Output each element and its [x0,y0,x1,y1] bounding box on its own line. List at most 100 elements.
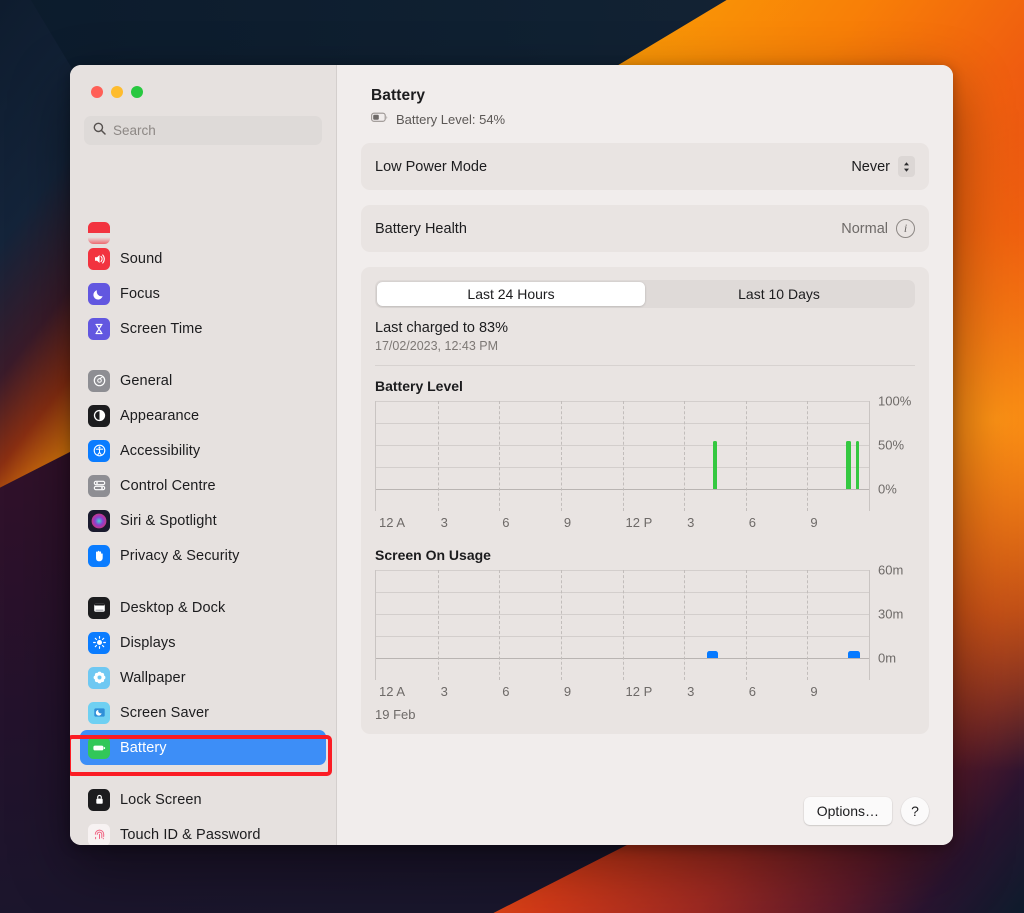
x-axis-tick-label: 12 A [379,684,405,699]
gridline-vertical [746,401,747,511]
y-axis-tick-label: 0m [878,651,896,666]
sidebar-item-screen-time[interactable]: Screen Time [80,311,326,346]
chevron-updown-icon[interactable] [898,156,915,177]
screen-on-usage-chart: 0m30m60m [375,570,915,680]
day-label: 19 Feb [375,707,915,722]
sidebar-item-desktop-dock[interactable]: Desktop & Dock [80,590,326,625]
wallpaper-flower-icon [88,667,110,689]
tab-last-10-days[interactable]: Last 10 Days [645,282,913,306]
low-power-mode-label: Low Power Mode [375,159,487,175]
gridline-vertical [499,570,500,680]
last-charged-title: Last charged to 83% [375,320,915,336]
sidebar-item-label: Appearance [120,408,199,424]
help-button[interactable]: ? [901,797,929,825]
page-header: Battery Battery Level: 54% [361,87,929,128]
y-axis-tick-label: 100% [878,394,911,409]
screen-on-usage-x-axis: 12 A36912 P369 [375,684,915,704]
close-button[interactable] [91,86,103,98]
battery-health-label: Battery Health [375,221,467,237]
x-axis-tick-label: 9 [564,515,571,530]
sidebar-item-label: Displays [120,635,176,651]
gridline-vertical [499,401,500,511]
low-power-mode-value: Never [851,159,890,175]
sidebar-item-label: Battery [120,740,167,756]
screen-on-usage-plot [375,570,869,680]
divider [375,365,915,366]
low-power-mode-control[interactable]: Never [851,156,915,177]
battery-level-summary: Battery Level: 54% [371,110,929,128]
gridline-vertical [561,570,562,680]
sidebar-item-appearance[interactable]: Appearance [80,398,326,433]
x-axis-tick-label: 6 [749,684,756,699]
sidebar-item-lock-screen[interactable]: Lock Screen [80,782,326,817]
window-traffic-lights [70,65,336,98]
screen-time-hourglass-icon [88,318,110,340]
footer-actions: Options… ? [804,797,929,825]
chart-bar [846,441,851,489]
sidebar-group-2: General Appearance [80,363,326,573]
sidebar-item-label: Privacy & Security [120,548,239,564]
sidebar-item-battery[interactable]: Battery [80,730,326,765]
x-axis-tick-label: 12 P [626,684,653,699]
sidebar-item-screen-saver[interactable]: Screen Saver [80,695,326,730]
sidebar-item-touch-id[interactable]: Touch ID & Password [80,817,326,845]
battery-level-plot [375,401,869,511]
last-charged-timestamp: 17/02/2023, 12:43 PM [375,339,915,353]
screen-on-usage-chart-title: Screen On Usage [375,547,915,563]
chart-bar [707,651,718,658]
x-axis-tick-label: 3 [687,515,694,530]
battery-level-y-axis: 0%50%100% [869,401,915,511]
x-axis-tick-label: 6 [502,684,509,699]
info-icon[interactable]: i [896,219,915,238]
options-button[interactable]: Options… [804,797,892,825]
sidebar-item-label: General [120,373,172,389]
gridline-vertical [438,570,439,680]
sidebar-item-general[interactable]: General [80,363,326,398]
page-title: Battery [371,87,929,105]
chart-bar [713,441,718,489]
gridline-vertical [623,401,624,511]
search-box[interactable] [84,116,322,145]
battery-health-control: Normal i [841,219,915,238]
sidebar-item-label: Desktop & Dock [120,600,225,616]
battery-health-row: Battery Health Normal i [361,205,929,252]
search-input[interactable] [113,123,313,138]
main-content: Battery Battery Level: 54% Low Power M [337,65,953,845]
sidebar-group-4: Lock Screen [80,782,326,845]
screen-saver-icon [88,702,110,724]
usage-card: Last 24 Hours Last 10 Days Last charged … [361,267,929,734]
battery-level-chart: 0%50%100% [375,401,915,511]
system-settings-window: Sound Focus [70,65,953,845]
sidebar-item-label: Accessibility [120,443,200,459]
chart-bar [848,651,859,658]
sidebar-item-siri-spotlight[interactable]: Siri & Spotlight [80,503,326,538]
desktop-dock-icon [88,597,110,619]
tab-last-24-hours[interactable]: Last 24 Hours [377,282,645,306]
sidebar-item-privacy-security[interactable]: Privacy & Security [80,538,326,573]
sidebar-item-label: Lock Screen [120,792,202,808]
low-power-mode-card: Low Power Mode Never [361,143,929,190]
displays-brightness-icon [88,632,110,654]
search-icon [93,122,106,140]
gridline-vertical [684,401,685,511]
x-axis-tick-label: 9 [810,515,817,530]
control-centre-icon [88,475,110,497]
sidebar-item-focus[interactable]: Focus [80,276,326,311]
sidebar-item-accessibility[interactable]: Accessibility [80,433,326,468]
sidebar-item-control-centre[interactable]: Control Centre [80,468,326,503]
sound-icon [88,248,110,270]
sidebar-item-label: Screen Time [120,321,203,337]
gridline-vertical [623,570,624,680]
battery-level-label: Battery Level: 54% [396,112,505,127]
minimize-button[interactable] [111,86,123,98]
chart-bar [856,441,859,489]
battery-level-chart-title: Battery Level [375,378,915,394]
sidebar-item-label: Screen Saver [120,705,209,721]
sidebar-item-sound[interactable]: Sound [80,241,326,276]
screen-on-usage-chart-block: Screen On Usage 0m30m60m 12 A36912 P369 … [375,547,915,722]
sidebar-item-displays[interactable]: Displays [80,625,326,660]
sidebar-item-wallpaper[interactable]: Wallpaper [80,660,326,695]
maximize-button[interactable] [131,86,143,98]
sidebar-group-1: Sound Focus [80,241,326,346]
battery-health-card: Battery Health Normal i [361,205,929,252]
